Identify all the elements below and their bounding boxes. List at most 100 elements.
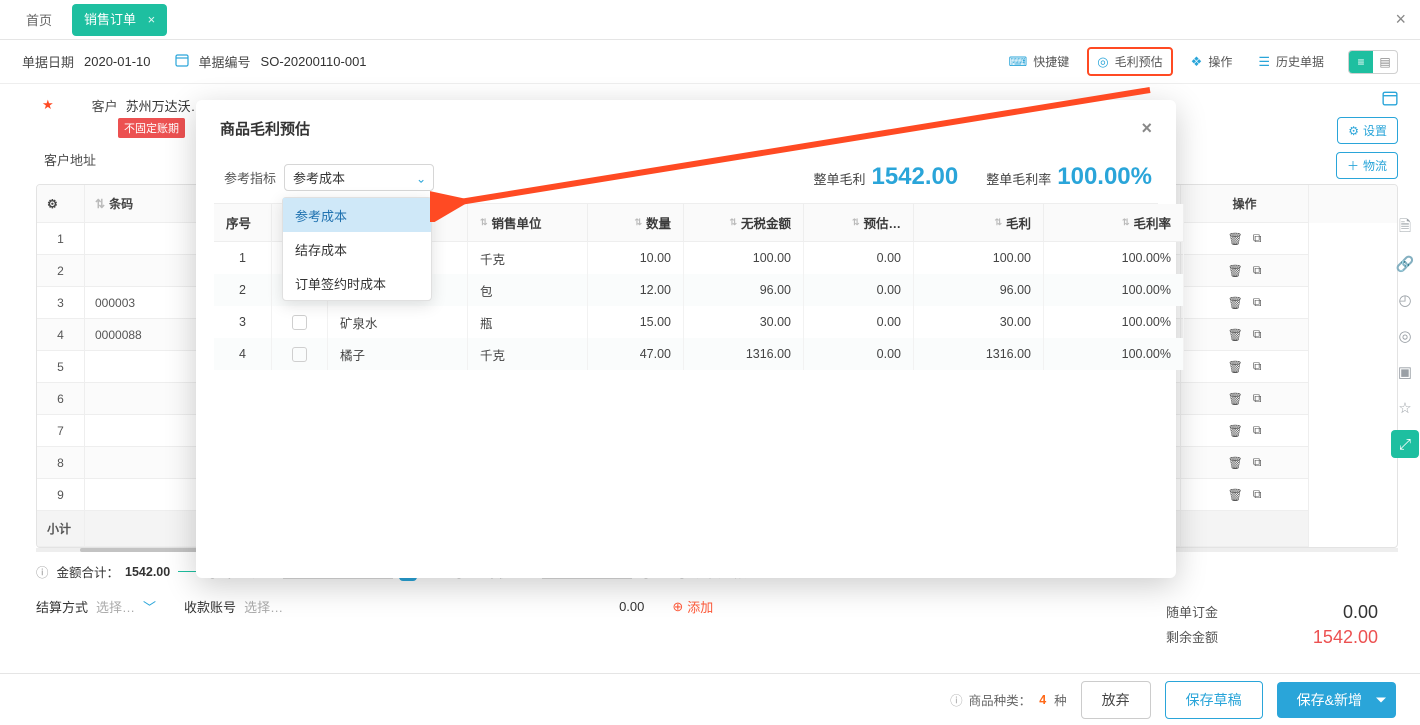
receive-account-select[interactable]: 选择… [244, 597, 283, 616]
mcell-profit: 1316.00 [914, 338, 1044, 370]
total-rate-label: 整单毛利率 [986, 169, 1051, 188]
trash-icon[interactable]: 🗑 [1228, 424, 1243, 438]
rail-link-icon[interactable]: 🔗 [1391, 250, 1419, 278]
copy-icon[interactable]: ⧉ [1253, 295, 1262, 310]
mcell-profit: 100.00 [914, 242, 1044, 274]
add-settlement-button[interactable]: ⊕添加 [672, 597, 713, 616]
dropdown-option[interactable]: 结存成本 [283, 232, 431, 266]
tab-home[interactable]: 首页 [14, 10, 64, 29]
copy-icon[interactable]: ⧉ [1253, 231, 1262, 246]
address-label: 客户地址 [42, 150, 96, 169]
settle-method-select[interactable]: 选择… [96, 597, 135, 616]
calendar-icon[interactable] [175, 53, 189, 70]
indicator-select[interactable] [284, 164, 434, 191]
remain-label: 剩余金额 [1166, 627, 1218, 648]
mcol-rate[interactable]: ⇅毛利率 [1044, 204, 1184, 242]
cell-actions: 🗑⧉ [1181, 351, 1309, 383]
number-value: SO-20200110-001 [261, 54, 367, 69]
target-icon: ◎ [1097, 54, 1108, 70]
chevron-up-icon[interactable]: ⌃ [416, 171, 426, 185]
close-all-icon[interactable]: × [1395, 9, 1406, 30]
kind-label-b: 种 [1054, 690, 1067, 709]
trash-icon[interactable]: 🗑 [1228, 456, 1243, 470]
mcell-seq: 3 [214, 306, 272, 338]
total-profit-value: 1542.00 [871, 163, 958, 191]
mcell-qty: 12.00 [588, 274, 684, 306]
indicator-dropdown[interactable]: 参考成本 结存成本 订单签约时成本 [282, 197, 432, 301]
trash-icon[interactable]: 🗑 [1228, 264, 1243, 278]
rail-star-icon[interactable]: ☆ [1391, 394, 1419, 422]
row-number: 2 [37, 255, 85, 287]
trash-icon[interactable]: 🗑 [1228, 296, 1243, 310]
shortcut-link[interactable]: ⌨快捷键 [1001, 49, 1078, 74]
dropdown-option[interactable]: 订单签约时成本 [283, 266, 431, 300]
cell-actions: 🗑⧉ [1181, 383, 1309, 415]
rail-cart-icon[interactable]: ▣ [1391, 358, 1419, 386]
mcol-est[interactable]: ⇅预估… [804, 204, 914, 242]
chevron-down-icon[interactable]: ﹀ [143, 597, 156, 616]
copy-icon[interactable]: ⧉ [1253, 391, 1262, 406]
mcol-amount[interactable]: ⇅无税金额 [684, 204, 804, 242]
trash-icon[interactable]: 🗑 [1228, 360, 1243, 374]
copy-icon[interactable]: ⧉ [1253, 423, 1262, 438]
tab-bar: 首页 销售订单 × × [0, 0, 1420, 40]
settings-button[interactable]: ⚙设置 [1337, 117, 1398, 144]
checkbox-icon[interactable] [292, 315, 307, 330]
close-tab-icon[interactable]: × [148, 12, 156, 27]
layers-icon: ❖ [1191, 54, 1203, 70]
mcol-seq[interactable]: 序号 [214, 204, 272, 242]
total-value: 1542.00 [125, 565, 170, 579]
copy-icon[interactable]: ⧉ [1253, 455, 1262, 470]
save-draft-button[interactable]: 保存草稿 [1165, 681, 1263, 719]
dropdown-option[interactable]: 参考成本 [283, 198, 431, 232]
trash-icon[interactable]: 🗑 [1228, 328, 1243, 342]
rail-expand-icon[interactable]: ⤢ [1391, 430, 1419, 458]
mcol-qty[interactable]: ⇅数量 [588, 204, 684, 242]
row-number: 7 [37, 415, 85, 447]
history-link[interactable]: ☰历史单据 [1250, 49, 1332, 74]
tab-sales-order[interactable]: 销售订单 × [72, 4, 167, 36]
profit-estimate-link[interactable]: ◎毛利预估 [1087, 47, 1172, 76]
save-and-new-button[interactable]: 保存&新增 [1277, 682, 1396, 718]
footer-bar: ⓘ 商品种类： 4 种 放弃 保存草稿 保存&新增 [0, 673, 1420, 725]
logistics-button[interactable]: ＋物流 [1336, 152, 1398, 179]
rail-clock-icon[interactable]: ◴ [1391, 286, 1419, 314]
kind-count: 4 [1039, 693, 1046, 707]
deposit-value: 0.00 [1343, 602, 1378, 623]
mcell-est: 0.00 [804, 338, 914, 370]
checkbox-icon[interactable] [292, 347, 307, 362]
operations-link[interactable]: ❖操作 [1183, 49, 1241, 74]
mcol-unit[interactable]: ⇅销售单位 [468, 204, 588, 242]
account-period-badge: 不固定账期 [118, 118, 185, 138]
close-modal-icon[interactable]: × [1141, 118, 1152, 139]
rail-user-icon[interactable]: ◎ [1391, 322, 1419, 350]
row-number: 4 [37, 319, 85, 351]
customer-value[interactable]: 苏州万达沃… [126, 96, 204, 115]
mcell-seq: 2 [214, 274, 272, 306]
date-value[interactable]: 2020-01-10 [84, 54, 151, 69]
mcol-profit[interactable]: ⇅毛利 [914, 204, 1044, 242]
rail-doc-icon[interactable]: 🗎 [1391, 214, 1419, 242]
row-number: 8 [37, 447, 85, 479]
settle-amount: 0.00 [619, 599, 644, 614]
plus-icon: ＋ [1347, 157, 1359, 174]
copy-icon[interactable]: ⧉ [1253, 359, 1262, 374]
gear-icon: ⚙ [1348, 124, 1359, 138]
trash-icon[interactable]: 🗑 [1228, 488, 1243, 502]
number-label: 单据编号 [199, 52, 251, 71]
copy-icon[interactable]: ⧉ [1253, 487, 1262, 502]
trash-icon[interactable]: 🗑 [1228, 392, 1243, 406]
subtotal-label: 小计 [37, 511, 85, 547]
table-row: 3矿泉水瓶15.0030.000.0030.00100.00% [214, 306, 1158, 338]
plus-circle-icon: ⊕ [672, 599, 683, 615]
mcell-check[interactable] [272, 338, 328, 370]
copy-icon[interactable]: ⧉ [1253, 263, 1262, 278]
col-gear[interactable]: ⚙ [37, 185, 85, 223]
date-label: 单据日期 [22, 52, 74, 71]
trash-icon[interactable]: 🗑 [1228, 232, 1243, 246]
list-view-icon[interactable]: ≡ [1349, 51, 1373, 73]
mcell-check[interactable] [272, 306, 328, 338]
copy-icon[interactable]: ⧉ [1253, 327, 1262, 342]
mcell-name: 橘子 [328, 338, 468, 370]
abandon-button[interactable]: 放弃 [1081, 681, 1151, 719]
